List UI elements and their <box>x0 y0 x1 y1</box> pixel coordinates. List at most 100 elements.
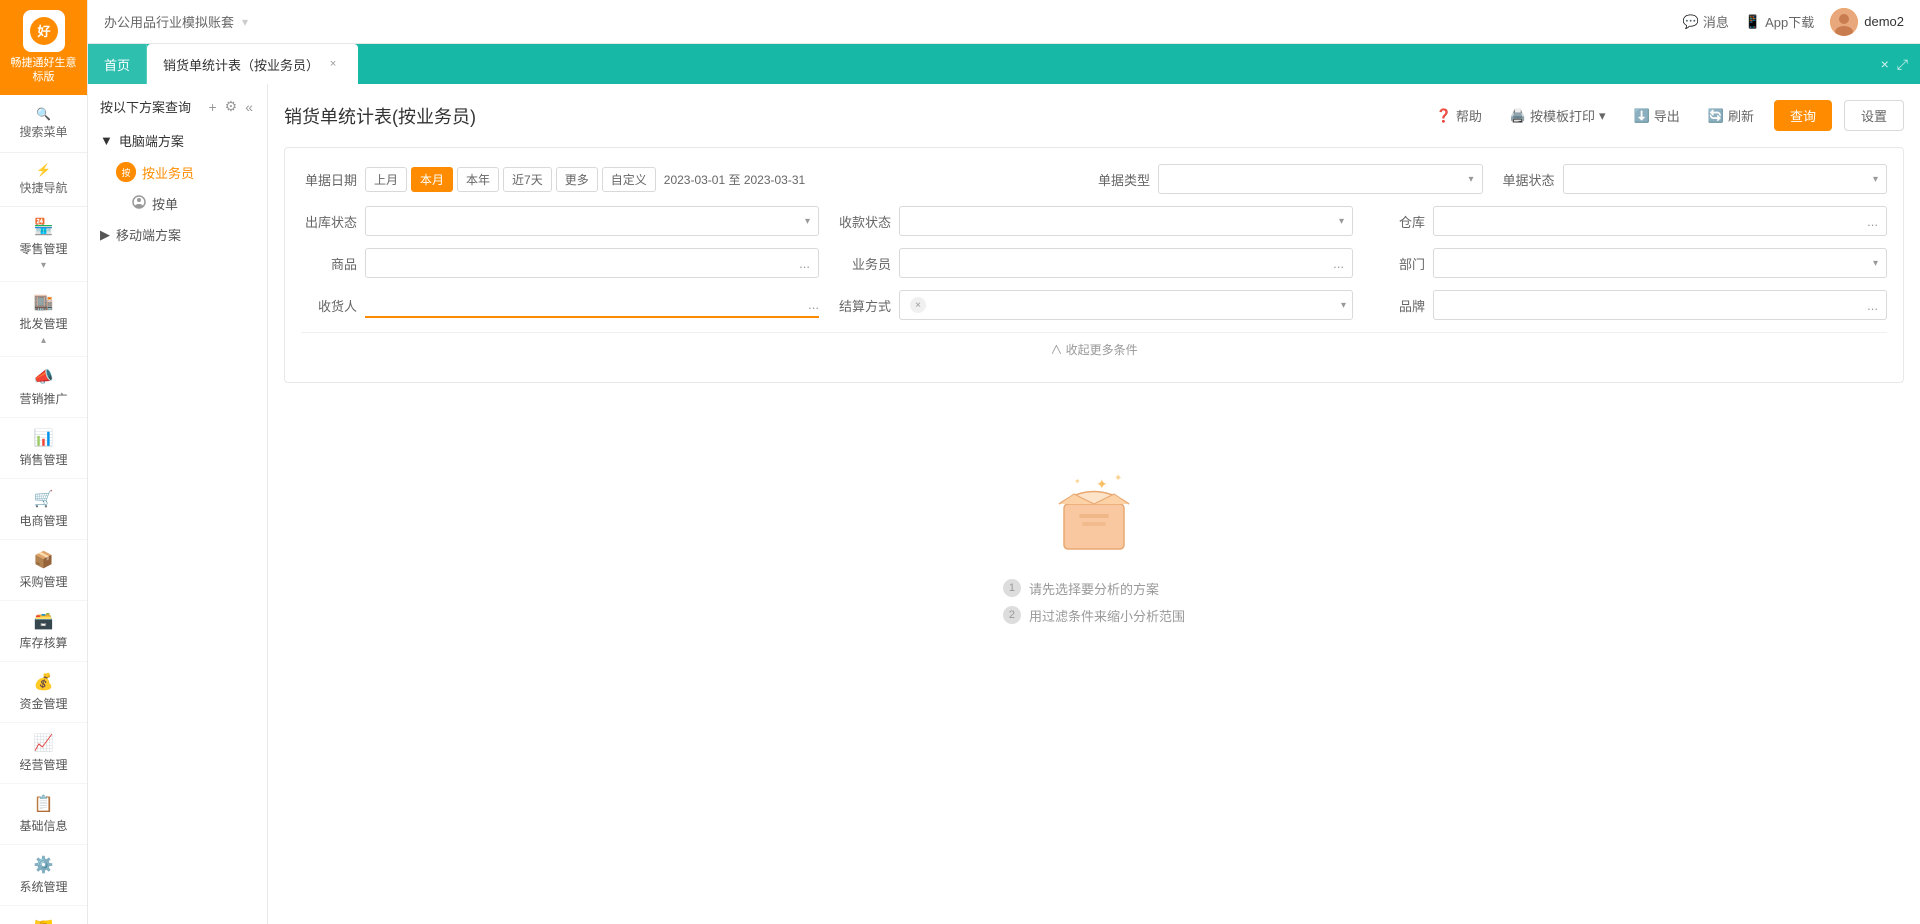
date-last-month-btn[interactable]: 上月 <box>365 167 407 192</box>
sidebar-item-sales[interactable]: 📊 销售管理 <box>0 418 87 479</box>
download-icon: 📱 <box>1745 14 1761 30</box>
settings-button[interactable]: 设置 <box>1844 100 1904 131</box>
page-tools: ❓ 帮助 🖨️ 按模板打印 ▾ ⬇️ 导出 🔄 刷新 <box>1428 100 1904 131</box>
sidebar-item-inventory[interactable]: 🗃️ 库存核算 <box>0 601 87 662</box>
page-content: 按以下方案查询 + ⚙ « ▼ 电脑端方案 按 按业务员 <box>88 84 1920 924</box>
quick-nav-button[interactable]: ⚡ 快捷导航 <box>0 157 87 202</box>
svg-text:按: 按 <box>121 167 130 178</box>
retail-icon: 🏪 <box>34 217 54 237</box>
window-close-button[interactable]: × <box>1881 56 1889 72</box>
print-icon: 🖨️ <box>1510 108 1526 124</box>
out-status-label: 出库状态 <box>301 212 357 231</box>
empty-state: ✦ ✦ ✦ 1 请先选择要分析的方案 2 用过滤条件来 <box>284 399 1904 693</box>
department-label: 部门 <box>1369 254 1425 273</box>
export-button[interactable]: ⬇️ 导出 <box>1626 102 1688 129</box>
date-this-year-btn[interactable]: 本年 <box>457 167 499 192</box>
mobile-scheme-group[interactable]: ▶ 移动端方案 <box>88 219 267 250</box>
department-control[interactable]: ▾ <box>1433 248 1887 278</box>
window-maximize-button[interactable]: ⤢ <box>1897 56 1908 73</box>
salesperson-control[interactable]: ... <box>899 248 1353 278</box>
brand-control[interactable]: ... <box>1433 290 1887 320</box>
search-menu-button[interactable]: 🔍 搜索菜单 <box>6 103 81 144</box>
sidebar-item-purchase[interactable]: 📦 采购管理 <box>0 540 87 601</box>
warehouse-control[interactable]: ... <box>1433 206 1887 236</box>
filter-product: 商品 ... <box>301 248 819 278</box>
breadcrumb-dropdown-icon[interactable]: ▾ <box>242 15 248 29</box>
svg-text:✦: ✦ <box>1074 477 1081 486</box>
sidebar-item-marketing[interactable]: 📣 营销推广 <box>0 357 87 418</box>
filter-row-3: 商品 ... 业务员 ... 部门 <box>301 248 1887 278</box>
consignee-dots-icon[interactable]: ... <box>808 297 819 312</box>
tab-sales-stats[interactable]: 销货单统计表（按业务员） × <box>147 44 358 84</box>
sidebar-item-ecommerce[interactable]: 🛒 电商管理 <box>0 479 87 540</box>
user-profile[interactable]: demo2 <box>1830 8 1904 36</box>
warehouse-dots-icon[interactable]: ... <box>1867 214 1878 229</box>
sidebar-item-operations[interactable]: 📈 经营管理 <box>0 723 87 784</box>
svg-text:好: 好 <box>36 24 50 39</box>
sidebar-item-finance[interactable]: 💰 资金管理 <box>0 662 87 723</box>
receive-status-control[interactable]: ▾ <box>899 206 1353 236</box>
scheme-item-salesperson[interactable]: 按 按业务员 <box>88 156 267 188</box>
basic-label: 基础信息 <box>19 817 67 834</box>
logo-text: 畅捷通好生意标版 <box>11 56 77 85</box>
date-this-month-btn[interactable]: 本月 <box>411 167 453 192</box>
app-download-button[interactable]: 📱 App下载 <box>1745 12 1814 31</box>
sub-scheme-item[interactable]: 按单 <box>88 188 267 219</box>
refresh-button[interactable]: 🔄 刷新 <box>1700 102 1762 129</box>
empty-hints: 1 请先选择要分析的方案 2 用过滤条件来缩小分析范围 <box>1003 579 1185 633</box>
help-button[interactable]: ❓ 帮助 <box>1428 102 1490 129</box>
out-status-control[interactable]: ▾ <box>365 206 819 236</box>
collapse-panel-button[interactable]: « <box>243 97 255 117</box>
print-arrow-icon: ▾ <box>1599 108 1606 124</box>
sidebar-search-area: 🔍 搜索菜单 <box>0 95 87 153</box>
payment-control[interactable]: × ▾ <box>899 290 1353 320</box>
collapse-filters-button[interactable]: ∧ 收起更多条件 <box>301 332 1887 366</box>
tab-close-icon[interactable]: × <box>325 56 341 72</box>
filter-doc-status: 单据状态 ▾ <box>1499 164 1888 194</box>
doc-type-control[interactable]: ▾ <box>1158 164 1483 194</box>
salesperson-dots-icon[interactable]: ... <box>1333 256 1344 271</box>
sidebar-item-system[interactable]: ⚙️ 系统管理 <box>0 845 87 906</box>
home-tab-label: 首页 <box>104 55 130 74</box>
filter-brand: 品牌 ... <box>1369 290 1887 320</box>
scheme-settings-button[interactable]: ⚙ <box>223 96 240 117</box>
payment-clear-icon[interactable]: × <box>910 297 926 313</box>
filter-receive-status: 收款状态 ▾ <box>835 206 1353 236</box>
consignee-input[interactable] <box>365 293 804 316</box>
sidebar-item-enterprise[interactable]: 🤝 企业协同 <box>0 906 87 924</box>
brand-dots-icon[interactable]: ... <box>1867 298 1878 313</box>
filter-row-1: 单据日期 上月 本月 本年 近7天 更多 自定义 2023-03-01 至 20… <box>301 164 1887 194</box>
query-button[interactable]: 查询 <box>1774 100 1832 131</box>
sidebar-item-wholesale[interactable]: 🏬 批发管理 ▴ <box>0 282 87 357</box>
filter-warehouse: 仓库 ... <box>1369 206 1887 236</box>
tabs-bar: 首页 销货单统计表（按业务员） × × ⤢ <box>88 44 1920 84</box>
finance-icon: 💰 <box>34 672 54 692</box>
doc-status-control[interactable]: ▾ <box>1563 164 1888 194</box>
add-scheme-button[interactable]: + <box>206 97 218 117</box>
filter-salesperson: 业务员 ... <box>835 248 1353 278</box>
hint-num-1: 1 <box>1003 579 1021 597</box>
date-more-btn[interactable]: 更多 <box>556 167 598 192</box>
print-button[interactable]: 🖨️ 按模板打印 ▾ <box>1502 102 1614 129</box>
active-tab-label: 销货单统计表（按业务员） <box>163 55 319 74</box>
help-icon: ❓ <box>1436 108 1452 124</box>
refresh-label: 刷新 <box>1728 106 1754 125</box>
date-recent7-btn[interactable]: 近7天 <box>503 167 552 192</box>
message-button[interactable]: 💬 消息 <box>1683 12 1729 31</box>
product-control[interactable]: ... <box>365 248 819 278</box>
desktop-scheme-header[interactable]: ▼ 电脑端方案 <box>88 125 267 156</box>
filter-out-status: 出库状态 ▾ <box>301 206 819 236</box>
refresh-icon: 🔄 <box>1708 108 1724 124</box>
right-content: 销货单统计表(按业务员) ❓ 帮助 🖨️ 按模板打印 ▾ ⬇️ 导出 <box>268 84 1920 924</box>
export-icon: ⬇️ <box>1634 108 1650 124</box>
logo-area[interactable]: 好 畅捷通好生意标版 <box>0 0 87 95</box>
empty-hint-1: 1 请先选择要分析的方案 <box>1003 579 1185 598</box>
mobile-expand-icon: ▶ <box>100 227 110 243</box>
product-dots-icon[interactable]: ... <box>799 256 810 271</box>
sidebar-item-retail[interactable]: 🏪 零售管理 ▾ <box>0 207 87 282</box>
tab-home[interactable]: 首页 <box>88 44 147 84</box>
hint-text-1: 请先选择要分析的方案 <box>1029 579 1159 598</box>
sidebar-item-basic[interactable]: 📋 基础信息 <box>0 784 87 845</box>
date-custom-btn[interactable]: 自定义 <box>602 167 656 192</box>
breadcrumb: 办公用品行业模拟账套 ▾ <box>104 12 248 31</box>
